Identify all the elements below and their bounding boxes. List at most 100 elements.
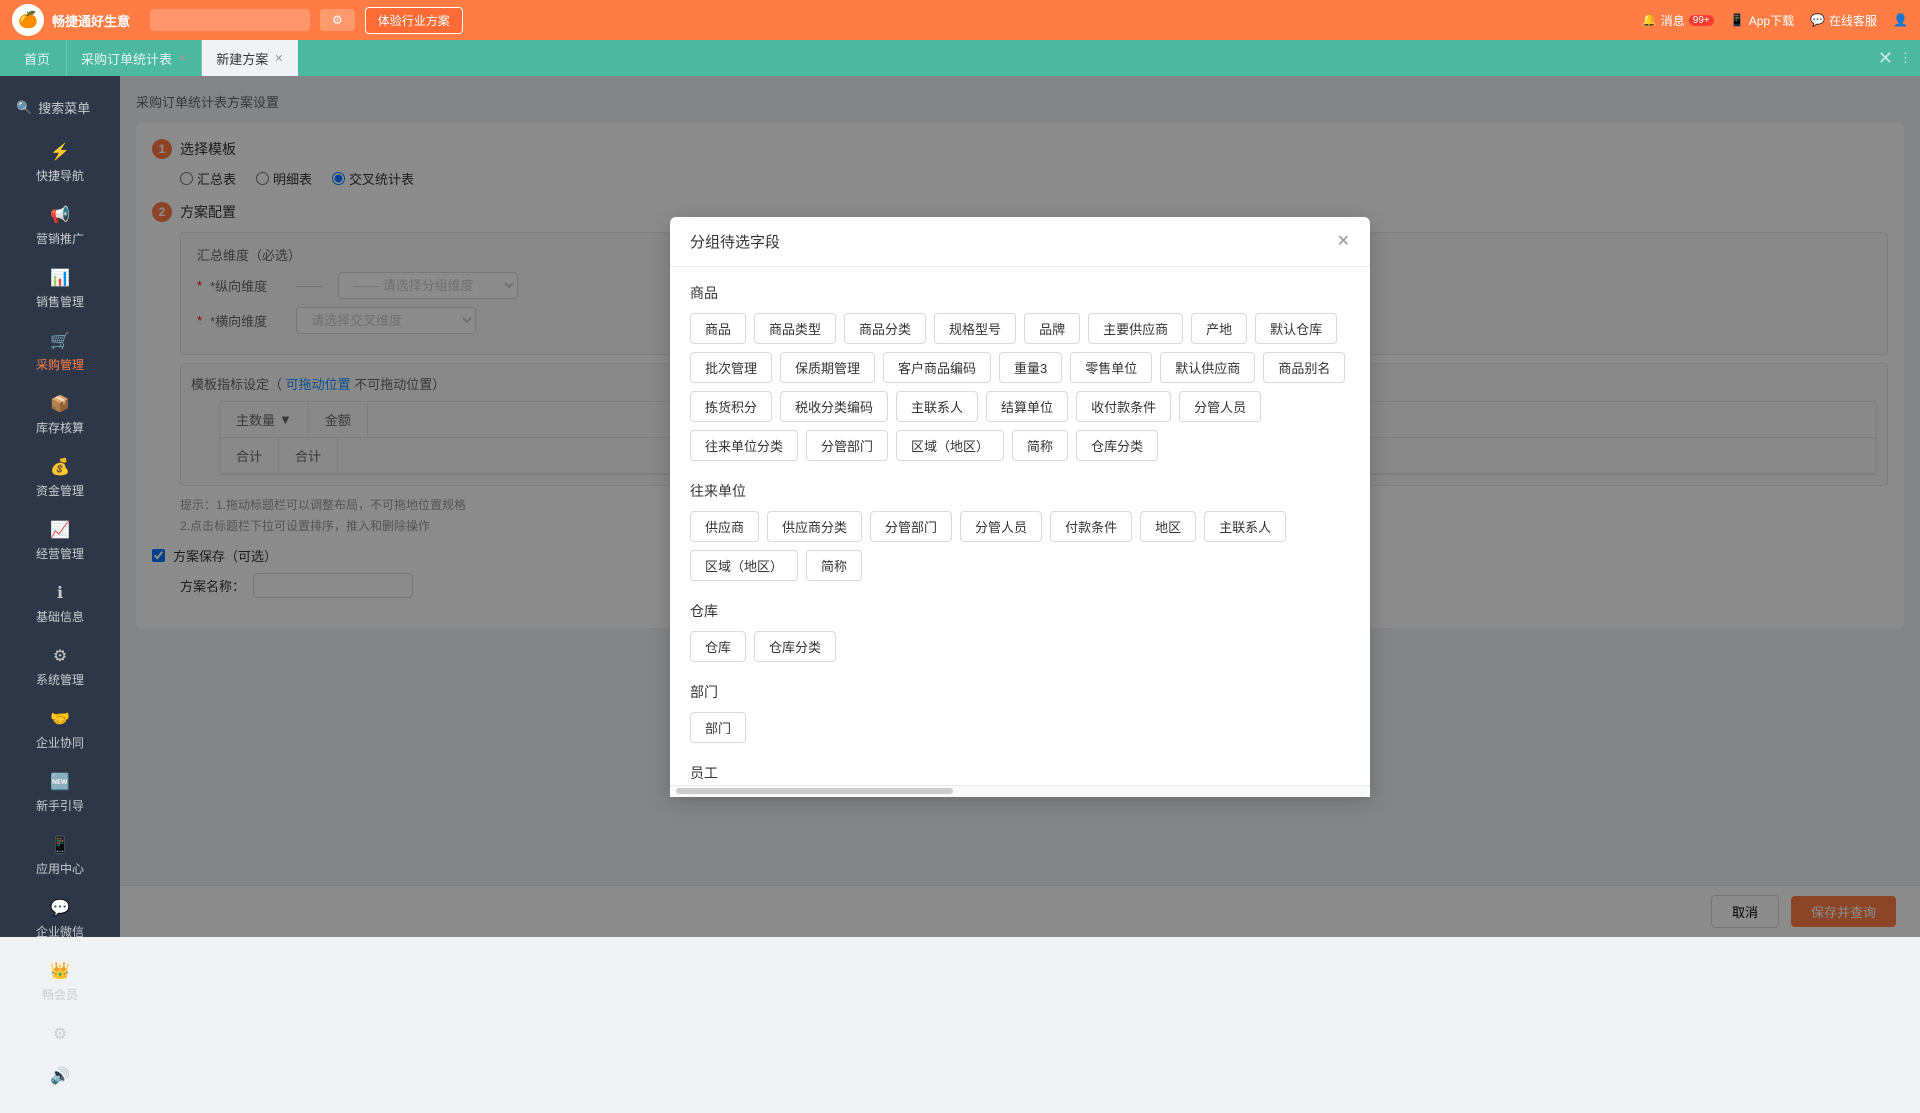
sidebar-search-btn[interactable]: 🔍 搜索菜单 xyxy=(8,92,112,123)
sidebar-item-marketing[interactable]: 📢 营销推广 xyxy=(0,194,120,257)
sidebar-bottom: ⚙ 🔊 xyxy=(0,1013,120,1113)
modal-close-btn[interactable]: ✕ xyxy=(1337,231,1350,251)
sidebar-item-finance[interactable]: 💰 资金管理 xyxy=(0,446,120,509)
field-tag-party-dept[interactable]: 分管部门 xyxy=(870,511,952,542)
purchase-icon: 🛒 xyxy=(49,330,71,352)
field-tag-shelf-life[interactable]: 保质期管理 xyxy=(780,352,875,383)
sidebar-item-basics[interactable]: ℹ 基础信息 xyxy=(0,572,120,635)
online-service-label: 在线客服 xyxy=(1829,12,1877,29)
field-tag-party-supervisor[interactable]: 分管人员 xyxy=(960,511,1042,542)
sidebar-item-member[interactable]: 👑 畅会员 xyxy=(0,950,120,1013)
field-tag-main-contact[interactable]: 主联系人 xyxy=(896,391,978,422)
tab-close-all[interactable]: ✕ xyxy=(1878,48,1893,69)
bell-icon: 🔔 xyxy=(1642,13,1657,27)
goods-field-tags: 商品 商品类型 商品分类 规格型号 品牌 主要供应商 产地 默认仓库 批次管理 … xyxy=(690,313,1350,461)
field-section-goods: 商品 商品 商品类型 商品分类 规格型号 品牌 主要供应商 产地 默认仓库 批次… xyxy=(690,283,1350,461)
system-icon: ⚙ xyxy=(49,645,71,667)
field-tag-alias[interactable]: 商品别名 xyxy=(1263,352,1345,383)
scroll-thumb xyxy=(676,788,953,794)
sidebar-item-sales[interactable]: 📊 销售管理 xyxy=(0,257,120,320)
field-tag-batch[interactable]: 批次管理 xyxy=(690,352,772,383)
nav-tabs: 首页 采购订单统计表 ✕ 新建方案 ✕ ✕ ⋮ xyxy=(0,40,1920,76)
tab-menu-icon[interactable]: ⋮ xyxy=(1899,50,1912,66)
tab-purchase-close[interactable]: ✕ xyxy=(178,52,187,65)
tab-home[interactable]: 首页 xyxy=(8,40,67,76)
tab-purchase[interactable]: 采购订单统计表 ✕ xyxy=(67,40,202,76)
field-tag-payment-terms[interactable]: 收付款条件 xyxy=(1076,391,1171,422)
field-tag-pick-points[interactable]: 拣货积分 xyxy=(690,391,772,422)
sidebar-item-wechat[interactable]: 💬 企业微信 xyxy=(0,887,120,950)
field-tag-dept[interactable]: 分管部门 xyxy=(806,430,888,461)
field-tag-goods[interactable]: 商品 xyxy=(690,313,746,344)
field-tag-origin[interactable]: 产地 xyxy=(1191,313,1247,344)
field-tag-supervisor[interactable]: 分管人员 xyxy=(1179,391,1261,422)
gear-icon: ⚙ xyxy=(49,1023,71,1045)
app-download-btn[interactable]: 📱 App下载 xyxy=(1730,12,1794,29)
field-tag-default-supplier[interactable]: 默认供应商 xyxy=(1160,352,1255,383)
sidebar-item-basics-label: 基础信息 xyxy=(36,608,84,625)
tab-new-scheme-label: 新建方案 xyxy=(216,49,268,68)
field-tag-party-contact[interactable]: 主联系人 xyxy=(1204,511,1286,542)
sidebar-sound-btn[interactable]: 🔊 xyxy=(0,1055,120,1097)
tab-new-scheme-close[interactable]: ✕ xyxy=(274,52,283,65)
field-tag-warehouse-category[interactable]: 仓库分类 xyxy=(1076,430,1158,461)
notification-btn[interactable]: 🔔 消息 99+ xyxy=(1642,12,1714,29)
field-tag-goods-category[interactable]: 商品分类 xyxy=(844,313,926,344)
field-tag-supplier[interactable]: 供应商 xyxy=(690,511,759,542)
field-tag-customer-code[interactable]: 客户商品编码 xyxy=(883,352,991,383)
sidebar-item-wechat-label: 企业微信 xyxy=(36,923,84,940)
settings-icon-btn[interactable]: ⚙ xyxy=(320,9,355,31)
guide-icon: 🆕 xyxy=(49,771,71,793)
dept-field-tags: 部门 xyxy=(690,712,1350,743)
field-tag-wh-category[interactable]: 仓库分类 xyxy=(754,631,836,662)
content-area: 采购订单统计表方案设置 1 选择模板 汇总表 明细表 xyxy=(120,76,1920,937)
sidebar-item-shortcut[interactable]: ⚡ 快捷导航 xyxy=(0,131,120,194)
shortcut-icon: ⚡ xyxy=(49,141,71,163)
field-tag-short-name[interactable]: 简称 xyxy=(1012,430,1068,461)
field-tag-settlement-unit[interactable]: 结算单位 xyxy=(986,391,1068,422)
field-tag-main-supplier[interactable]: 主要供应商 xyxy=(1088,313,1183,344)
tab-new-scheme[interactable]: 新建方案 ✕ xyxy=(202,40,298,76)
field-tag-tax-code[interactable]: 税收分类编码 xyxy=(780,391,888,422)
sidebar-item-inventory[interactable]: 📦 库存核算 xyxy=(0,383,120,446)
collab-icon: 🤝 xyxy=(49,708,71,730)
field-tag-goods-type[interactable]: 商品类型 xyxy=(754,313,836,344)
sidebar-settings-btn[interactable]: ⚙ xyxy=(0,1013,120,1055)
field-tag-brand[interactable]: 品牌 xyxy=(1024,313,1080,344)
sidebar-item-operation-label: 经营管理 xyxy=(36,545,84,562)
field-tag-party-short[interactable]: 简称 xyxy=(806,550,862,581)
field-tag-retail-unit[interactable]: 零售单位 xyxy=(1070,352,1152,383)
trial-btn[interactable]: 体验行业方案 xyxy=(365,7,463,34)
field-tag-spec-model[interactable]: 规格型号 xyxy=(934,313,1016,344)
dept-section-title: 部门 xyxy=(690,682,1350,702)
field-tag-default-warehouse[interactable]: 默认仓库 xyxy=(1255,313,1337,344)
sidebar-item-collab[interactable]: 🤝 企业协同 xyxy=(0,698,120,761)
sidebar-item-purchase[interactable]: 🛒 采购管理 xyxy=(0,320,120,383)
search-input[interactable] xyxy=(150,9,310,31)
user-avatar[interactable]: 👤 xyxy=(1893,13,1908,27)
field-tag-region[interactable]: 区域（地区） xyxy=(896,430,1004,461)
tab-purchase-label: 采购订单统计表 xyxy=(81,49,172,68)
field-tag-party-region[interactable]: 地区 xyxy=(1140,511,1196,542)
sidebar-item-apps[interactable]: 📱 应用中心 xyxy=(0,824,120,887)
sidebar-item-guide[interactable]: 🆕 新手引导 xyxy=(0,761,120,824)
sidebar-item-system[interactable]: ⚙ 系统管理 xyxy=(0,635,120,698)
modal-body[interactable]: 商品 商品 商品类型 商品分类 规格型号 品牌 主要供应商 产地 默认仓库 批次… xyxy=(670,267,1370,785)
warehouse-field-tags: 仓库 仓库分类 xyxy=(690,631,1350,662)
field-tag-weight[interactable]: 重量3 xyxy=(999,352,1062,383)
staff-section-title: 员工 xyxy=(690,763,1350,783)
field-section-dept: 部门 部门 xyxy=(690,682,1350,743)
sidebar-item-system-label: 系统管理 xyxy=(36,671,84,688)
sidebar-item-finance-label: 资金管理 xyxy=(36,482,84,499)
field-tag-wh[interactable]: 仓库 xyxy=(690,631,746,662)
field-tag-party-category[interactable]: 往来单位分类 xyxy=(690,430,798,461)
field-tag-supplier-category[interactable]: 供应商分类 xyxy=(767,511,862,542)
online-service-btn[interactable]: 💬 在线客服 xyxy=(1810,12,1877,29)
sidebar-item-operation[interactable]: 📈 经营管理 xyxy=(0,509,120,572)
basics-icon: ℹ xyxy=(49,582,71,604)
field-tag-department[interactable]: 部门 xyxy=(690,712,746,743)
modal-footer-scroll xyxy=(670,785,1370,797)
field-tag-party-area[interactable]: 区域（地区） xyxy=(690,550,798,581)
top-header: 🍊 畅捷通好生意 ⚙ 体验行业方案 🔔 消息 99+ 📱 App下载 💬 在线客… xyxy=(0,0,1920,40)
field-tag-party-payment[interactable]: 付款条件 xyxy=(1050,511,1132,542)
